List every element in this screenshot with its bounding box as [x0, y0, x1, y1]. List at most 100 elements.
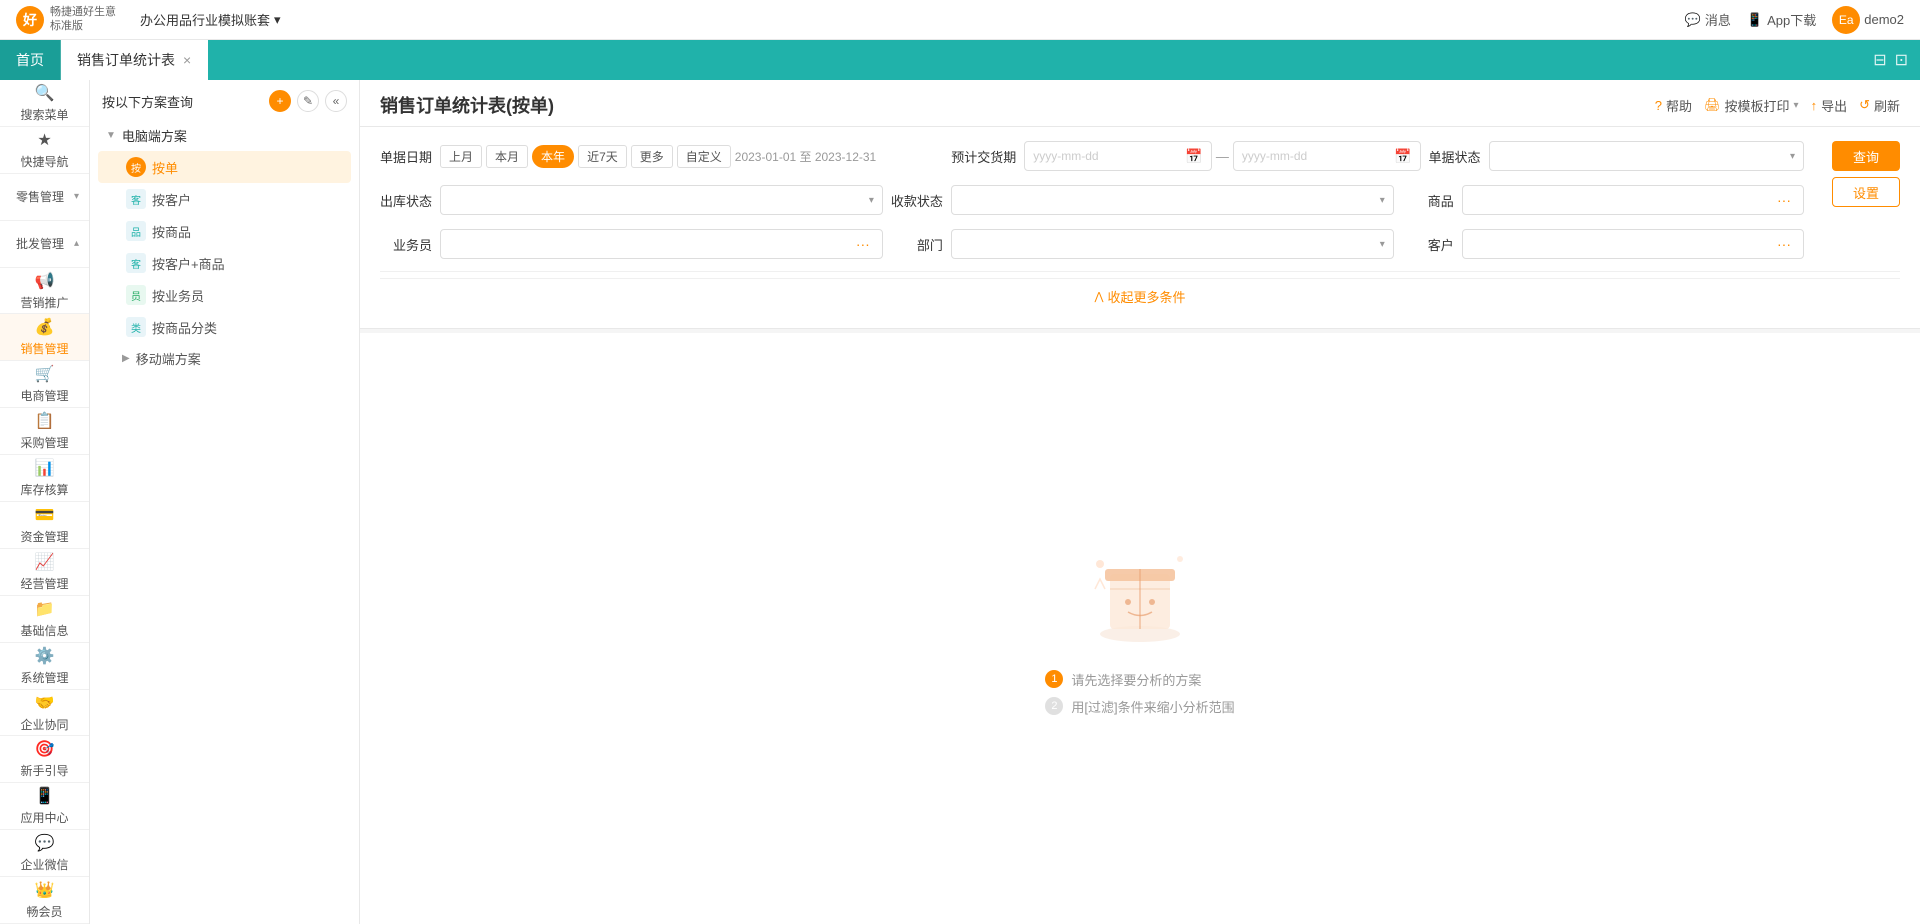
customer-field: 客户 ···	[1402, 229, 1804, 259]
message-icon: 💬	[1685, 12, 1701, 28]
member-icon: 👑	[35, 880, 55, 900]
tab-minimize-icon[interactable]: ⊟	[1873, 50, 1886, 70]
export-button[interactable]: ↑ 导出	[1811, 96, 1848, 115]
sidebar-item-member[interactable]: 👑 畅会员	[0, 877, 89, 924]
customer-ellipsis-icon[interactable]: ···	[1773, 236, 1795, 252]
edit-scheme-button[interactable]: ✎	[297, 90, 319, 112]
date-btn-last-month[interactable]: 上月	[440, 145, 482, 168]
ship-status-select[interactable]: ▾	[440, 185, 883, 215]
sidebar-item-wechat[interactable]: 💬 企业微信	[0, 830, 89, 877]
sidebar-item-operation[interactable]: 📈 经营管理	[0, 549, 89, 596]
basic-icon: 📁	[35, 599, 55, 619]
top-bar: 好 畅捷通好生意 标准版 办公用品行业模拟账套 ▾ 💬 消息 📱 App下载 E…	[0, 0, 1920, 40]
message-button[interactable]: 💬 消息	[1685, 10, 1731, 29]
tree-sub-expand-icon: ▶	[122, 353, 130, 364]
chevron-down-icon: ▾	[869, 195, 874, 206]
sidebar-item-appstore[interactable]: 📱 应用中心	[0, 783, 89, 830]
tab-home[interactable]: 首页	[0, 40, 61, 80]
sidebar-item-wholesale[interactable]: 批发管理 ▴	[0, 221, 89, 268]
tree-child-by-category[interactable]: 类 按商品分类	[98, 311, 351, 343]
filter-section: 单据日期 上月 本月 本年 近7天 更多 自定义 2023-01-01 至 20…	[360, 127, 1920, 329]
action-buttons: 查询 设置	[1832, 141, 1900, 207]
help-icon: ?	[1655, 98, 1662, 113]
tab-maximize-icon[interactable]: ⊡	[1895, 50, 1908, 70]
salesman-field: 业务员 ···	[380, 229, 883, 259]
company-icon: 🤝	[35, 693, 55, 713]
chevron-down-icon: ▾	[1790, 151, 1795, 162]
collapse-button[interactable]: ⋀ 收起更多条件	[380, 278, 1900, 314]
query-button[interactable]: 查询	[1832, 141, 1900, 171]
chevron-down-icon: ▾	[274, 12, 281, 28]
tree-parent-pc[interactable]: ▼ 电脑端方案	[98, 120, 351, 151]
download-icon: 📱	[1747, 12, 1763, 28]
help-button[interactable]: ? 帮助	[1655, 96, 1692, 115]
wechat-icon: 💬	[35, 833, 55, 853]
sidebar: 🔍 搜索菜单 ★ 快捷导航 零售管理 ▾ 批发管理 ▴ 📢 营销推广 💰 销售管…	[0, 80, 90, 924]
tab-close-icon[interactable]: ×	[183, 52, 191, 68]
customer-label: 客户	[1402, 235, 1454, 254]
sidebar-item-inventory[interactable]: 📊 库存核算	[0, 455, 89, 502]
date-btn-this-year[interactable]: 本年	[532, 145, 574, 168]
date-btn-more[interactable]: 更多	[631, 145, 673, 168]
customer-select[interactable]: ···	[1462, 229, 1804, 259]
payment-status-select[interactable]: ▾	[951, 185, 1394, 215]
refresh-button[interactable]: ↺ 刷新	[1859, 96, 1900, 115]
app-selector[interactable]: 办公用品行业模拟账套 ▾	[140, 10, 281, 29]
avatar: Ea	[1832, 6, 1860, 34]
sidebar-item-company[interactable]: 🤝 企业协同	[0, 690, 89, 737]
sidebar-item-newbie[interactable]: 🎯 新手引导	[0, 736, 89, 783]
collapse-panel-button[interactable]: «	[325, 90, 347, 112]
marketing-icon: 📢	[35, 271, 55, 291]
page-actions: ? 帮助 🖨 按模板打印 ▾ ↑ 导出 ↺ 刷新	[1655, 96, 1900, 115]
tree-child-by-goods[interactable]: 品 按商品	[98, 215, 351, 247]
user-avatar[interactable]: Ea demo2	[1832, 6, 1904, 34]
by-customer-icon: 客	[126, 189, 146, 209]
sidebar-item-finance[interactable]: 💳 资金管理	[0, 502, 89, 549]
sidebar-item-system[interactable]: ⚙️ 系统管理	[0, 643, 89, 690]
calendar-start-icon: 📅	[1185, 148, 1202, 165]
export-icon: ↑	[1811, 98, 1818, 113]
status-select[interactable]: ▾	[1489, 141, 1804, 171]
date-btn-this-month[interactable]: 本月	[486, 145, 528, 168]
add-scheme-button[interactable]: +	[269, 90, 291, 112]
goods-ellipsis-icon[interactable]: ···	[1773, 192, 1795, 208]
tree-child-by-order[interactable]: 按 按单	[98, 151, 351, 183]
tree-child-by-customer[interactable]: 客 按客户	[98, 183, 351, 215]
goods-select[interactable]: ···	[1462, 185, 1804, 215]
expected-date-label: 预计交货期	[951, 147, 1016, 166]
logo-icon: 好	[16, 6, 44, 34]
setting-button[interactable]: 设置	[1832, 177, 1900, 207]
sidebar-item-sales[interactable]: 💰 销售管理	[0, 314, 89, 361]
left-panel-title: 按以下方案查询	[102, 92, 193, 111]
expected-date-start[interactable]: yyyy-mm-dd 📅	[1024, 141, 1212, 171]
empty-illustration	[1080, 534, 1200, 654]
sidebar-item-ecommerce[interactable]: 🛒 电商管理	[0, 361, 89, 408]
sidebar-item-purchase[interactable]: 📋 采购管理	[0, 408, 89, 455]
print-button[interactable]: 🖨 按模板打印 ▾	[1704, 96, 1799, 115]
expected-date-end[interactable]: yyyy-mm-dd 📅	[1233, 141, 1421, 171]
sidebar-item-marketing[interactable]: 📢 营销推广	[0, 268, 89, 315]
left-panel-header: 按以下方案查询 + ✎ «	[90, 90, 359, 120]
ship-status-field: 出库状态 ▾	[380, 185, 883, 215]
goods-field: 商品 ···	[1402, 185, 1804, 215]
sales-icon: 💰	[35, 317, 55, 337]
date-btn-custom[interactable]: 自定义	[677, 145, 731, 168]
print-dropdown-icon: ▾	[1794, 100, 1799, 111]
tree-child-by-salesman[interactable]: 员 按业务员	[98, 279, 351, 311]
tree-child-by-customer-goods[interactable]: 客 按客户+商品	[98, 247, 351, 279]
sidebar-item-basic[interactable]: 📁 基础信息	[0, 596, 89, 643]
salesman-select[interactable]: ···	[440, 229, 883, 259]
tab-sales-order-stats[interactable]: 销售订单统计表 ×	[61, 40, 208, 80]
sidebar-item-shortcut[interactable]: ★ 快捷导航	[0, 127, 89, 174]
date-btn-7days[interactable]: 近7天	[578, 145, 627, 168]
dept-select[interactable]: ▾	[951, 229, 1394, 259]
top-bar-left: 好 畅捷通好生意 标准版 办公用品行业模拟账套 ▾	[16, 6, 281, 34]
tree-sub-parent-mobile[interactable]: ▶ 移动端方案	[98, 343, 351, 374]
left-panel: 按以下方案查询 + ✎ « ▼ 电脑端方案	[90, 80, 360, 924]
app-download-button[interactable]: 📱 App下载	[1747, 10, 1816, 29]
payment-status-field: 收款状态 ▾	[891, 185, 1394, 215]
sidebar-item-retail[interactable]: 零售管理 ▾	[0, 174, 89, 221]
sidebar-item-search[interactable]: 🔍 搜索菜单	[0, 80, 89, 127]
salesman-ellipsis-icon[interactable]: ···	[852, 236, 874, 252]
ship-status-label: 出库状态	[380, 191, 432, 210]
